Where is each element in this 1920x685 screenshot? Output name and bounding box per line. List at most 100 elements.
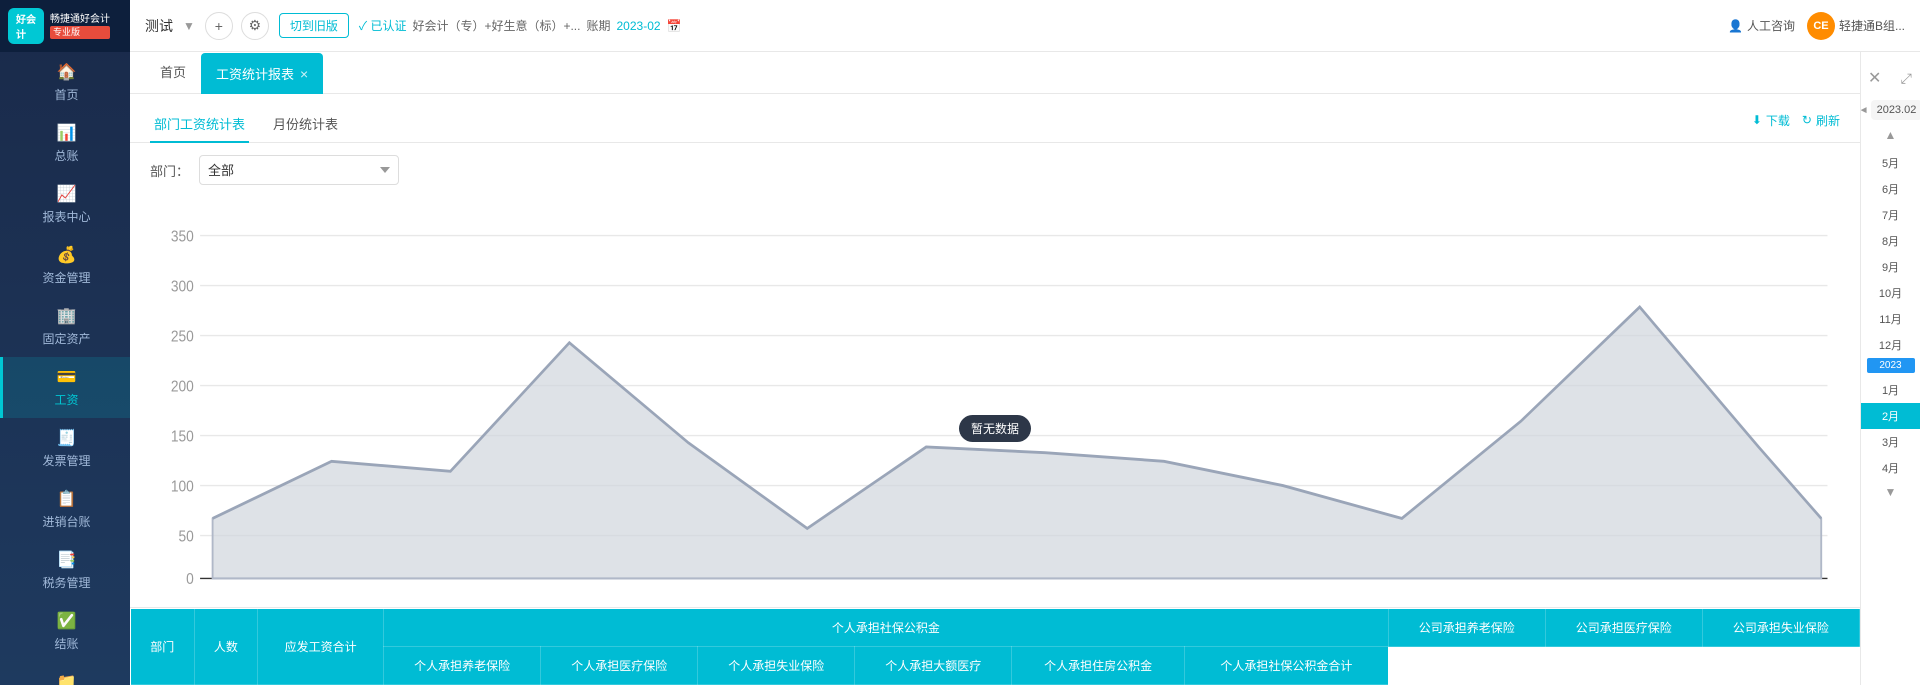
project-title: 测试 — [145, 16, 173, 36]
home-icon: 🏠 — [57, 62, 77, 82]
sidebar-logo: 好会计 畅捷通好会计 专业版 — [0, 0, 130, 52]
sidebar-item-settle[interactable]: ✅ 结账 — [0, 601, 130, 662]
topbar: 测试 ▼ + ⚙ 切到旧版 ✓ 已认证 好会计（专）+好生意（标）+... 账期… — [130, 0, 1920, 52]
funds-icon: 💰 — [57, 245, 77, 265]
sidebar-label-sales: 进销台账 — [42, 513, 90, 530]
topbar-right: 👤 人工咨询 CE 轻捷通B组... — [1728, 12, 1905, 40]
app-name: 畅捷通好会计 — [50, 13, 110, 26]
col-personal-medical: 个人承担医疗保险 — [541, 647, 698, 685]
calendar-icon[interactable]: 📅 — [667, 19, 682, 33]
month-2-2023[interactable]: 2月 — [1861, 403, 1920, 429]
refresh-button[interactable]: ↻ 刷新 — [1802, 112, 1840, 129]
sidebar-item-archive[interactable]: 📁 归档管理 — [0, 662, 130, 685]
sidebar-item-funds[interactable]: 💰 资金管理 — [0, 235, 130, 296]
edition-badge: 专业版 — [50, 26, 110, 40]
date-display[interactable]: 2023.02 — [1871, 100, 1920, 120]
col-dept: 部门 — [131, 609, 195, 685]
tab-salary-label: 工资统计报表 — [216, 64, 294, 83]
month-scroll-area: ▲ 5月 6月 7月 8月 9月 10月 11月 12月 2023 1月 2月 … — [1861, 124, 1920, 503]
col-personal-total: 个人承担社保公积金合计 — [1184, 647, 1388, 685]
logo-icon: 好会计 — [8, 8, 44, 44]
avatar: CE — [1807, 12, 1835, 40]
tax-icon: 📑 — [57, 550, 77, 570]
tab-salary-report[interactable]: 工资统计报表 × — [201, 53, 323, 95]
ai-consult-button[interactable]: 👤 人工咨询 — [1728, 17, 1795, 34]
area-chart: 350 300 250 200 150 100 50 0 — [150, 207, 1840, 607]
col-company-unemployment: 公司承担失业保险 — [1702, 609, 1859, 647]
sub-tab-actions: ⬇ 下载 ↻ 刷新 — [1752, 112, 1840, 137]
month-8[interactable]: 8月 — [1861, 228, 1920, 254]
month-11[interactable]: 11月 — [1861, 306, 1920, 332]
sidebar-label-salary: 工资 — [54, 391, 78, 408]
month-12[interactable]: 12月 — [1861, 332, 1920, 358]
sidebar-label-ledger: 总账 — [54, 147, 78, 164]
sidebar-item-ledger[interactable]: 📊 总账 — [0, 113, 130, 174]
sidebar-label-reports: 报表中心 — [42, 208, 90, 225]
month-5[interactable]: 5月 — [1861, 150, 1920, 176]
year-badge: 2023 — [1867, 358, 1915, 373]
page-content: 部门工资统计表 月份统计表 ⬇ 下载 ↻ 刷新 — [130, 94, 1860, 685]
certified-badge: ✓ 已认证 — [359, 17, 407, 34]
sidebar-label-settle: 结账 — [54, 635, 78, 652]
month-9[interactable]: 9月 — [1861, 254, 1920, 280]
download-button[interactable]: ⬇ 下载 — [1752, 112, 1790, 129]
settings-button[interactable]: ⚙ — [241, 12, 269, 40]
sidebar: 好会计 畅捷通好会计 专业版 🏠 首页 📊 总账 📈 报表中心 💰 资金管理 🏢… — [0, 0, 130, 685]
period-label: 账期 — [586, 17, 610, 34]
sidebar-label-tax: 税务管理 — [42, 574, 90, 591]
dept-select[interactable]: 全部 财务部 销售部 技术部 行政部 — [199, 155, 399, 185]
assets-icon: 🏢 — [57, 306, 77, 326]
month-7[interactable]: 7月 — [1861, 202, 1920, 228]
sidebar-label-home: 首页 — [54, 86, 78, 103]
add-button[interactable]: + — [205, 12, 233, 40]
user-profile[interactable]: CE 轻捷通B组... — [1807, 12, 1905, 40]
refresh-icon: ↻ — [1802, 113, 1812, 127]
topbar-actions: + ⚙ — [205, 12, 269, 40]
svg-text:350: 350 — [171, 229, 194, 246]
month-10[interactable]: 10月 — [1861, 280, 1920, 306]
chart-container: 350 300 250 200 150 100 50 0 — [150, 207, 1840, 607]
sub-tab-dept-label: 部门工资统计表 — [154, 117, 245, 132]
settle-icon: ✅ — [57, 611, 77, 631]
download-icon: ⬇ — [1752, 113, 1762, 127]
panel-expand-icon[interactable]: ⤢ — [1893, 64, 1920, 92]
filter-label: 部门： — [150, 161, 189, 180]
svg-text:50: 50 — [178, 529, 193, 546]
data-table: 部门 人数 应发工资合计 个人承担社保公积金 公司承担养老保险 公司承担医疗保险… — [130, 608, 1860, 685]
ai-label: 人工咨询 — [1747, 17, 1795, 34]
ledger-icon: 📊 — [57, 123, 77, 143]
username-label: 轻捷通B组... — [1839, 17, 1905, 34]
right-panel: ✕ ⤢ ◄ 2023.02 ▲ 5月 6月 7月 8月 9月 10月 11月 1… — [1860, 52, 1920, 685]
month-3-2023[interactable]: 3月 — [1861, 429, 1920, 455]
sidebar-item-invoice[interactable]: 🧾 发票管理 — [0, 418, 130, 479]
sidebar-item-home[interactable]: 🏠 首页 — [0, 52, 130, 113]
sidebar-item-sales[interactable]: 📋 进销台账 — [0, 479, 130, 540]
tags-text: 好会计（专）+好生意（标）+... — [412, 17, 580, 34]
tab-close-icon[interactable]: × — [300, 66, 308, 82]
sidebar-item-assets[interactable]: 🏢 固定资产 — [0, 296, 130, 357]
svg-text:0: 0 — [186, 571, 194, 588]
col-company-medical: 公司承担医疗保险 — [1545, 609, 1702, 647]
month-1-2023[interactable]: 1月 — [1861, 377, 1920, 403]
sub-tab-month[interactable]: 月份统计表 — [269, 106, 342, 143]
ai-icon: 👤 — [1728, 19, 1743, 33]
sidebar-item-reports[interactable]: 📈 报表中心 — [0, 174, 130, 235]
sidebar-item-salary[interactable]: 💳 工资 — [0, 357, 130, 418]
col-personal-social: 个人承担社保公积金 — [384, 609, 1389, 647]
filter-bar: 部门： 全部 财务部 销售部 技术部 行政部 — [130, 143, 1860, 197]
col-company-pension: 公司承担养老保险 — [1388, 609, 1545, 647]
main-area: 测试 ▼ + ⚙ 切到旧版 ✓ 已认证 好会计（专）+好生意（标）+... 账期… — [130, 0, 1920, 685]
switch-old-version-button[interactable]: 切到旧版 — [279, 13, 349, 38]
panel-close-icon[interactable]: ✕ — [1861, 64, 1889, 92]
download-label: 下载 — [1766, 112, 1790, 129]
month-4-2023[interactable]: 4月 — [1861, 455, 1920, 481]
month-down-icon[interactable]: ▼ — [1881, 481, 1901, 503]
area-fill — [213, 307, 1822, 578]
month-6[interactable]: 6月 — [1861, 176, 1920, 202]
sub-tabs: 部门工资统计表 月份统计表 ⬇ 下载 ↻ 刷新 — [130, 94, 1860, 143]
sidebar-item-tax[interactable]: 📑 税务管理 — [0, 540, 130, 601]
sub-tab-dept[interactable]: 部门工资统计表 — [150, 106, 249, 143]
svg-text:100: 100 — [171, 479, 194, 496]
tab-home[interactable]: 首页 — [145, 52, 201, 94]
month-up-icon[interactable]: ▲ — [1881, 124, 1901, 146]
